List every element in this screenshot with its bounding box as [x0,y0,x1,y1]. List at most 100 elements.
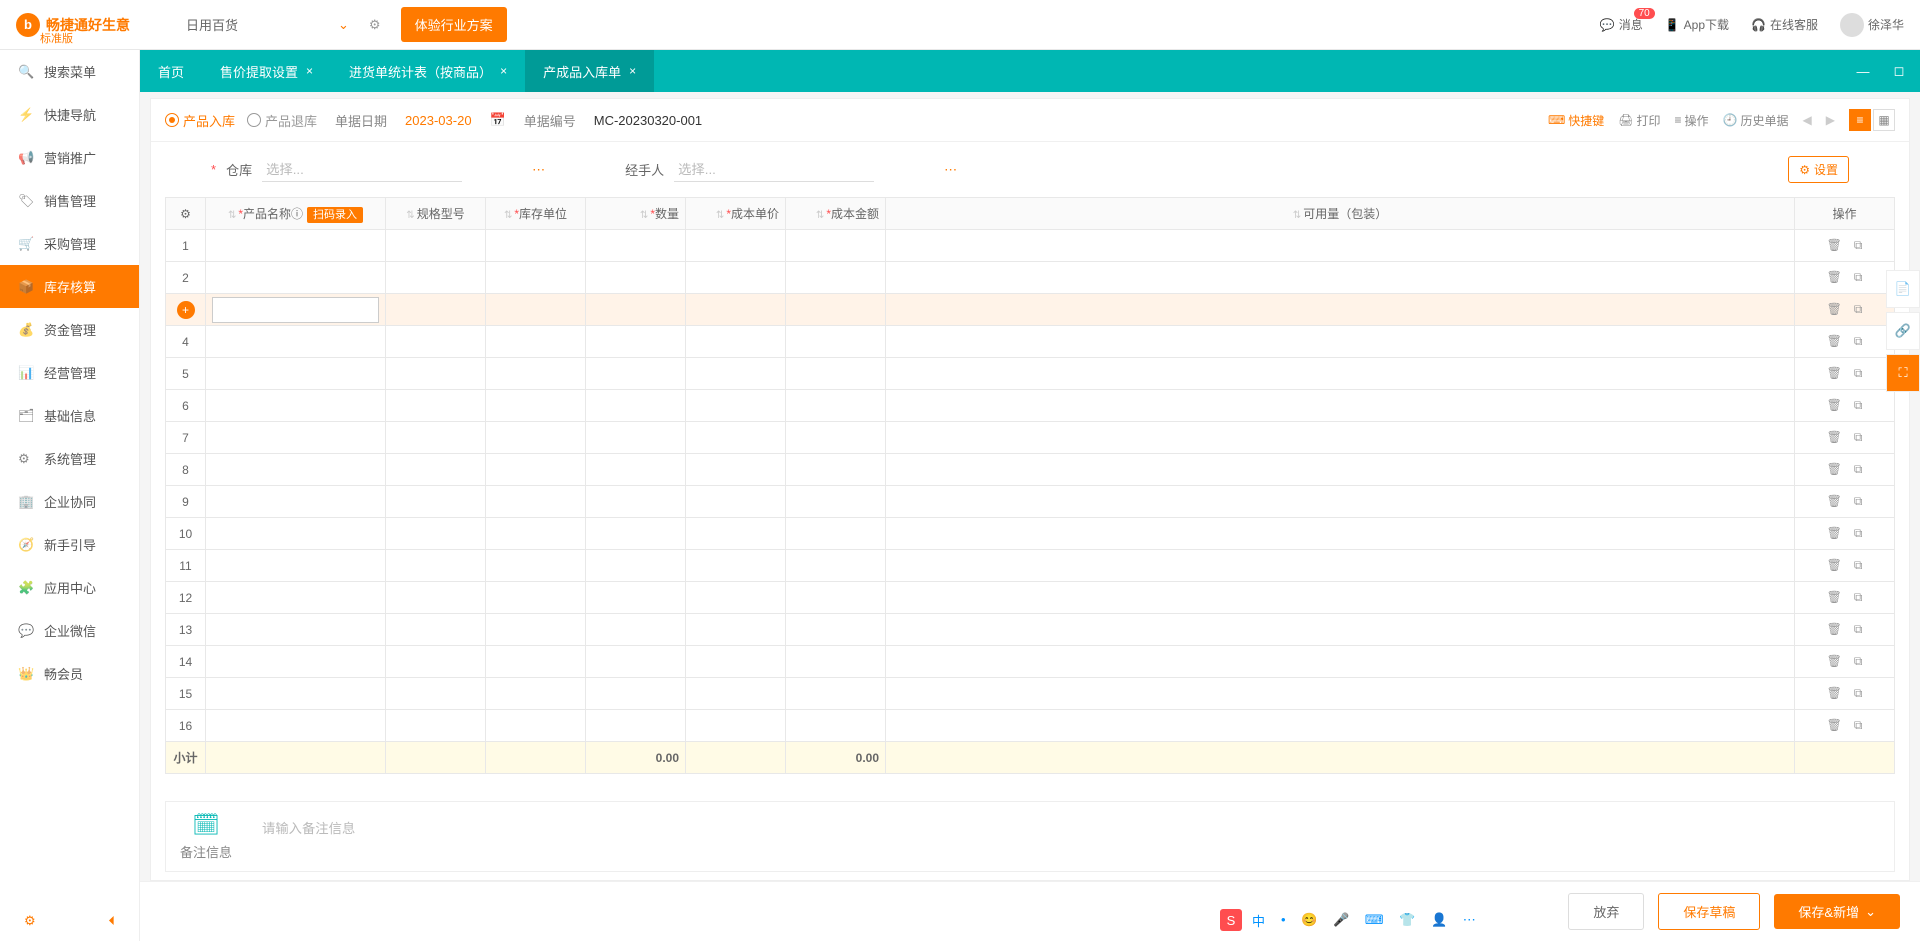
sidebar-item-1[interactable]: ⚡快捷导航 [0,93,139,136]
history-button[interactable]: 🕘历史单据 [1723,112,1789,129]
delete-icon[interactable]: 🗑 [1827,622,1842,637]
maximize-icon[interactable]: ◻ [1882,54,1916,88]
copy-icon[interactable]: ⧉ [1854,462,1863,477]
sidebar-item-0[interactable]: 🔍搜索菜单 [0,50,139,93]
app-settings-icon[interactable]: ⚙ [369,17,381,33]
col-product-name[interactable]: ⇅*产品名称ⓘ扫码录入 [206,198,386,230]
table-row[interactable]: 12🗑⧉ [166,582,1895,614]
close-icon[interactable]: × [306,64,313,78]
print-button[interactable]: 🖨打印 [1618,112,1660,129]
tab-3[interactable]: 产成品入库单× [525,50,654,92]
date-value[interactable]: 2023-03-20 [405,113,472,128]
radio-product-out[interactable]: 产品退库 [247,111,317,130]
prev-icon[interactable]: ◀ [1803,113,1812,127]
product-name-input[interactable] [212,297,379,323]
operate-button[interactable]: ≡操作 [1675,112,1709,129]
table-row[interactable]: 1🗑⧉ [166,230,1895,262]
list-view-icon[interactable]: ≡ [1849,109,1871,131]
copy-icon[interactable]: ⧉ [1854,398,1863,413]
ime-lang[interactable]: 中 [1252,911,1271,930]
sidebar-item-11[interactable]: 🧭新手引导 [0,523,139,566]
sidebar-item-7[interactable]: 📊经营管理 [0,351,139,394]
sidebar-item-9[interactable]: ⚙系统管理 [0,437,139,480]
table-row[interactable]: 14🗑⧉ [166,646,1895,678]
collapse-icon[interactable]: ⏴ [109,913,116,929]
col-amount[interactable]: ⇅*成本金额 [786,198,886,230]
next-icon[interactable]: ▶ [1826,113,1835,127]
dock-attach-icon[interactable]: 🔗 [1886,312,1920,350]
close-icon[interactable]: × [629,64,636,78]
remarks-textarea[interactable] [246,802,1894,871]
scan-button[interactable]: 扫码录入 [307,207,363,223]
col-settings[interactable]: ⚙ [166,198,206,230]
table-row[interactable]: 10🗑⧉ [166,518,1895,550]
discard-button[interactable]: 放弃 [1568,893,1644,930]
delete-icon[interactable]: 🗑 [1827,302,1842,317]
table-row[interactable]: 11🗑⧉ [166,550,1895,582]
table-row[interactable]: 15🗑⧉ [166,678,1895,710]
app-selector[interactable]: 日用百货 ⌄ [186,15,349,34]
sidebar-item-6[interactable]: 💰资金管理 [0,308,139,351]
tab-0[interactable]: 首页 [140,50,202,92]
table-row[interactable]: 8🗑⧉ [166,454,1895,486]
delete-icon[interactable]: 🗑 [1827,558,1842,573]
copy-icon[interactable]: ⧉ [1854,558,1863,573]
copy-icon[interactable]: ⧉ [1854,622,1863,637]
sidebar-item-10[interactable]: 🏢企业协同 [0,480,139,523]
app-download-button[interactable]: 📱 App下载 [1665,16,1729,33]
settings-icon[interactable]: ⚙ [24,913,36,929]
col-unit[interactable]: ⇅*库存单位 [486,198,586,230]
delete-icon[interactable]: 🗑 [1827,686,1842,701]
delete-icon[interactable]: 🗑 [1827,238,1842,253]
sidebar-item-2[interactable]: 📢营销推广 [0,136,139,179]
sidebar-item-5[interactable]: 📦库存核算 [0,265,139,308]
copy-icon[interactable]: ⧉ [1854,302,1863,317]
copy-icon[interactable]: ⧉ [1854,366,1863,381]
tab-1[interactable]: 售价提取设置× [202,50,331,92]
copy-icon[interactable]: ⧉ [1854,238,1863,253]
col-price[interactable]: ⇅*成本单价 [686,198,786,230]
dock-expand-icon[interactable]: ⛶ [1886,354,1920,392]
calendar-icon[interactable]: 📅 [490,112,506,128]
table-row[interactable]: + 🗑 ⧉ [166,294,1895,326]
copy-icon[interactable]: ⧉ [1854,494,1863,509]
table-row[interactable]: 5🗑⧉ [166,358,1895,390]
delete-icon[interactable]: 🗑 [1827,590,1842,605]
table-row[interactable]: 16🗑⧉ [166,710,1895,742]
col-available[interactable]: ⇅可用量（包装） [886,198,1795,230]
sidebar-item-8[interactable]: 🗂基础信息 [0,394,139,437]
col-spec[interactable]: ⇅规格型号 [386,198,486,230]
close-icon[interactable]: × [500,64,507,78]
dock-note-icon[interactable]: 📄 [1886,270,1920,308]
copy-icon[interactable]: ⧉ [1854,270,1863,285]
tab-2[interactable]: 进货单统计表（按商品）× [331,50,525,92]
table-row[interactable]: 6🗑⧉ [166,390,1895,422]
handler-input[interactable] [674,158,874,182]
copy-icon[interactable]: ⧉ [1854,654,1863,669]
table-row[interactable]: 4🗑⧉ [166,326,1895,358]
copy-icon[interactable]: ⧉ [1854,334,1863,349]
sidebar-item-14[interactable]: 👑畅会员 [0,652,139,695]
table-row[interactable]: 7🗑⧉ [166,422,1895,454]
ime-tools-icons[interactable]: • 😊 🎤 ⌨ 👕 👤 ⋯ [1281,912,1482,928]
delete-icon[interactable]: 🗑 [1827,494,1842,509]
handler-more-icon[interactable]: ⋯ [944,162,957,178]
radio-product-in[interactable]: 产品入库 [165,111,235,130]
cta-industry-button[interactable]: 体验行业方案 [401,7,507,42]
copy-icon[interactable]: ⧉ [1854,686,1863,701]
add-row-icon[interactable]: + [177,301,195,319]
delete-icon[interactable]: 🗑 [1827,718,1842,733]
table-row[interactable]: 2🗑⧉ [166,262,1895,294]
delete-icon[interactable]: 🗑 [1827,334,1842,349]
table-row[interactable]: 13🗑⧉ [166,614,1895,646]
sidebar-item-3[interactable]: 🏷销售管理 [0,179,139,222]
warehouse-more-icon[interactable]: ⋯ [532,162,545,178]
table-row[interactable]: 9🗑⧉ [166,486,1895,518]
copy-icon[interactable]: ⧉ [1854,526,1863,541]
copy-icon[interactable]: ⧉ [1854,590,1863,605]
save-and-new-button[interactable]: 保存&新增⌄ [1774,894,1900,929]
copy-icon[interactable]: ⧉ [1854,430,1863,445]
delete-icon[interactable]: 🗑 [1827,398,1842,413]
support-button[interactable]: 🎧 在线客服 [1751,16,1818,33]
form-settings-button[interactable]: ⚙ 设置 [1788,156,1849,183]
